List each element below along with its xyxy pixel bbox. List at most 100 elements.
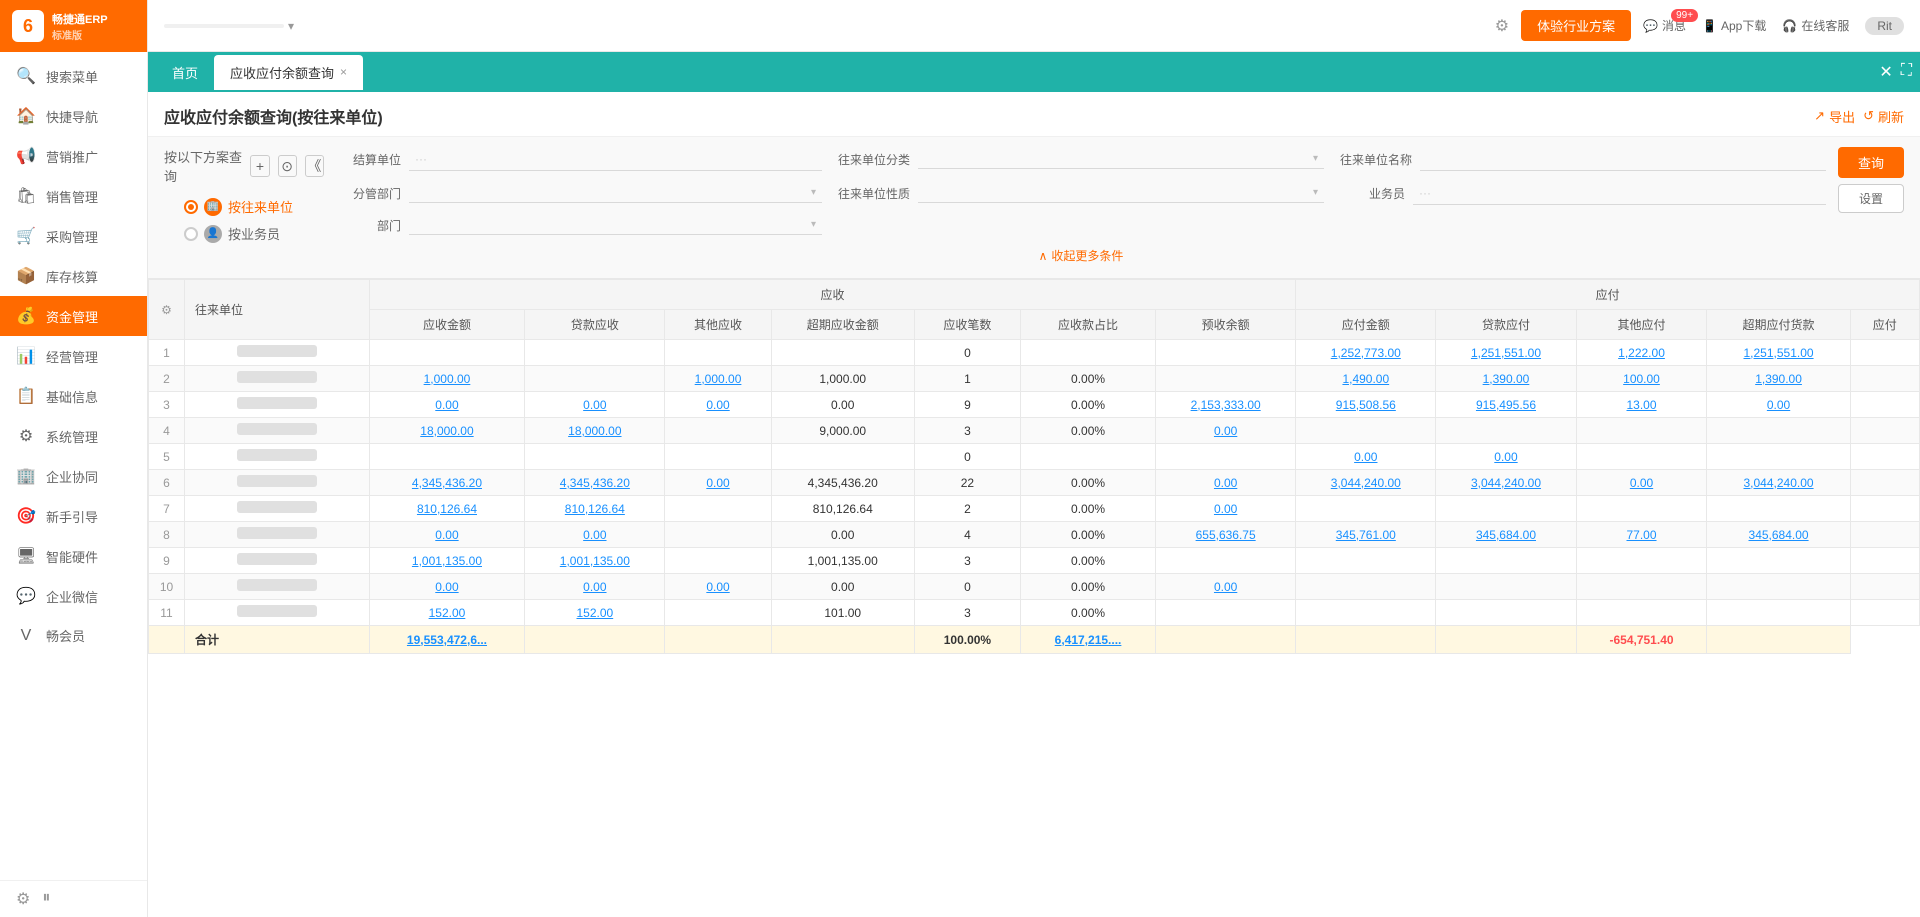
cell-link[interactable]: 0.00 [1494, 450, 1517, 464]
refresh-button[interactable]: ↺ 刷新 [1863, 107, 1904, 126]
cell-link[interactable]: 0.00 [1630, 476, 1653, 490]
cell-link[interactable]: 0.00 [1767, 398, 1790, 412]
cell-link[interactable]: 1,490.00 [1342, 372, 1389, 386]
cell-link[interactable]: 810,126.64 [565, 502, 625, 516]
export-button[interactable]: ↗ 导出 [1814, 107, 1855, 126]
cell-link[interactable]: 0.00 [435, 528, 458, 542]
table-cell[interactable]: 345,684.00 [1436, 522, 1576, 548]
table-cell[interactable]: 915,508.56 [1296, 392, 1436, 418]
table-cell[interactable]: 0.00 [369, 392, 525, 418]
cell-link[interactable]: 0.00 [583, 580, 606, 594]
sidebar-settings-btn[interactable]: ⚙ [16, 889, 30, 909]
tab-close-window-icon[interactable]: ✕ [1879, 62, 1892, 82]
cell-link[interactable]: 345,684.00 [1749, 528, 1809, 542]
cell-link[interactable]: 1,000.00 [695, 372, 742, 386]
table-cell[interactable]: 0.00 [1156, 418, 1296, 444]
filter-settings-button[interactable]: ⊙ [278, 155, 297, 177]
table-cell[interactable]: 1,001,135.00 [369, 548, 525, 574]
collapse-button[interactable]: ∧ 收起更多条件 [1035, 243, 1128, 268]
table-cell[interactable]: 0.00 [1576, 470, 1707, 496]
filter-settings-btn[interactable]: 设置 [1838, 184, 1904, 213]
table-settings-icon[interactable]: ⚙ [161, 303, 172, 317]
user-avatar[interactable]: Rit [1865, 17, 1904, 35]
sidebar-item-shortcut[interactable]: 🏠 快捷导航 [0, 96, 147, 136]
sidebar-item-inventory[interactable]: 📦 库存核算 [0, 256, 147, 296]
cell-link[interactable]: 1,390.00 [1483, 372, 1530, 386]
tab-close-icon[interactable]: × [340, 65, 347, 79]
table-cell[interactable]: 345,684.00 [1707, 522, 1850, 548]
table-cell[interactable]: 0.00 [369, 574, 525, 600]
table-cell[interactable]: 0.00 [525, 522, 665, 548]
cell-link[interactable]: 0.00 [583, 398, 606, 412]
cell-link[interactable]: 0.00 [706, 476, 729, 490]
cell-link[interactable]: 0.00 [706, 398, 729, 412]
tab-ar-ap[interactable]: 应收应付余额查询 × [214, 55, 363, 90]
cell-link[interactable]: 0.00 [1354, 450, 1377, 464]
cell-link[interactable]: 1,001,135.00 [412, 554, 482, 568]
cell-link[interactable]: 77.00 [1627, 528, 1657, 542]
cell-link[interactable]: 0.00 [435, 398, 458, 412]
partner-name-input[interactable] [1420, 148, 1826, 171]
cell-link[interactable]: 0.00 [1214, 424, 1237, 438]
cell-link[interactable]: 345,684.00 [1476, 528, 1536, 542]
sidebar-collapse-btn[interactable]: ⏸ [42, 889, 50, 909]
cell-link[interactable]: 3,044,240.00 [1331, 476, 1401, 490]
table-cell[interactable]: 0.00 [1156, 496, 1296, 522]
settlement-input[interactable]: ··· [409, 147, 822, 171]
table-cell[interactable]: 0.00 [1436, 444, 1576, 470]
sidebar-item-purchase[interactable]: 🛒 采购管理 [0, 216, 147, 256]
scheme-by-partner[interactable]: 🏢 按往来单位 [184, 195, 324, 218]
sidebar-item-finance[interactable]: 💰 资金管理 [0, 296, 147, 336]
table-cell[interactable]: 1,000.00 [665, 366, 771, 392]
sidebar-item-marketing[interactable]: 📢 营销推广 [0, 136, 147, 176]
table-cell[interactable]: 2,153,333.00 [1156, 392, 1296, 418]
sidebar-item-system[interactable]: ⚙ 系统管理 [0, 416, 147, 456]
table-cell[interactable]: 77.00 [1576, 522, 1707, 548]
message-button[interactable]: 💬 消息 99+ [1643, 17, 1686, 34]
cell-link[interactable]: 1,000.00 [424, 372, 471, 386]
promo-button[interactable]: 体验行业方案 [1521, 10, 1631, 41]
table-cell[interactable]: 0.00 [665, 574, 771, 600]
table-cell[interactable]: 810,126.64 [525, 496, 665, 522]
table-cell[interactable]: 1,001,135.00 [525, 548, 665, 574]
table-cell[interactable]: 0.00 [1156, 470, 1296, 496]
table-cell[interactable]: 18,000.00 [525, 418, 665, 444]
cell-link[interactable]: 100.00 [1623, 372, 1660, 386]
table-cell[interactable]: 915,495.56 [1436, 392, 1576, 418]
cell-link[interactable]: 3,044,240.00 [1744, 476, 1814, 490]
cell-link[interactable]: 0.00 [1214, 502, 1237, 516]
cell-link[interactable]: 4,345,436.20 [412, 476, 482, 490]
table-cell[interactable]: 1,222.00 [1576, 340, 1707, 366]
cell-link[interactable]: 4,345,436.20 [560, 476, 630, 490]
cell-link[interactable]: 1,251,551.00 [1471, 346, 1541, 360]
cell-link[interactable]: 915,508.56 [1336, 398, 1396, 412]
cell-link[interactable]: 0.00 [706, 580, 729, 594]
table-cell[interactable]: 18,000.00 [369, 418, 525, 444]
cell-link[interactable]: 345,761.00 [1336, 528, 1396, 542]
tab-expand-icon[interactable]: ⛶ [1901, 62, 1912, 82]
table-cell[interactable]: 3,044,240.00 [1707, 470, 1850, 496]
sidebar-item-hardware[interactable]: 🖥 智能硬件 [0, 536, 147, 576]
table-cell[interactable]: 1,251,551.00 [1436, 340, 1576, 366]
sidebar-item-guide[interactable]: 🎯 新手引导 [0, 496, 147, 536]
table-cell[interactable]: 13.00 [1576, 392, 1707, 418]
cell-link[interactable]: 18,000.00 [568, 424, 621, 438]
sidebar-item-search[interactable]: 🔍 搜索菜单 [0, 56, 147, 96]
cell-link[interactable]: 0.00 [1214, 476, 1237, 490]
table-cell[interactable]: 0.00 [665, 470, 771, 496]
cell-link[interactable]: 152.00 [576, 606, 613, 620]
sidebar-item-operation[interactable]: 📊 经营管理 [0, 336, 147, 376]
tab-home[interactable]: 首页 [156, 55, 214, 90]
table-cell[interactable]: 3,044,240.00 [1436, 470, 1576, 496]
cell-link[interactable]: 152.00 [429, 606, 466, 620]
table-cell[interactable]: 810,126.64 [369, 496, 525, 522]
cell-link[interactable]: 0.00 [435, 580, 458, 594]
table-cell[interactable]: 100.00 [1576, 366, 1707, 392]
table-cell[interactable]: 0.00 [1156, 574, 1296, 600]
table-cell[interactable]: 655,636.75 [1156, 522, 1296, 548]
table-cell[interactable]: 345,761.00 [1296, 522, 1436, 548]
salesman-input[interactable]: ··· [1413, 181, 1826, 205]
partner-category-select[interactable]: ▾ [918, 149, 1324, 169]
filter-collapse-left-button[interactable]: 《 [305, 155, 324, 177]
cell-link[interactable]: 3,044,240.00 [1471, 476, 1541, 490]
